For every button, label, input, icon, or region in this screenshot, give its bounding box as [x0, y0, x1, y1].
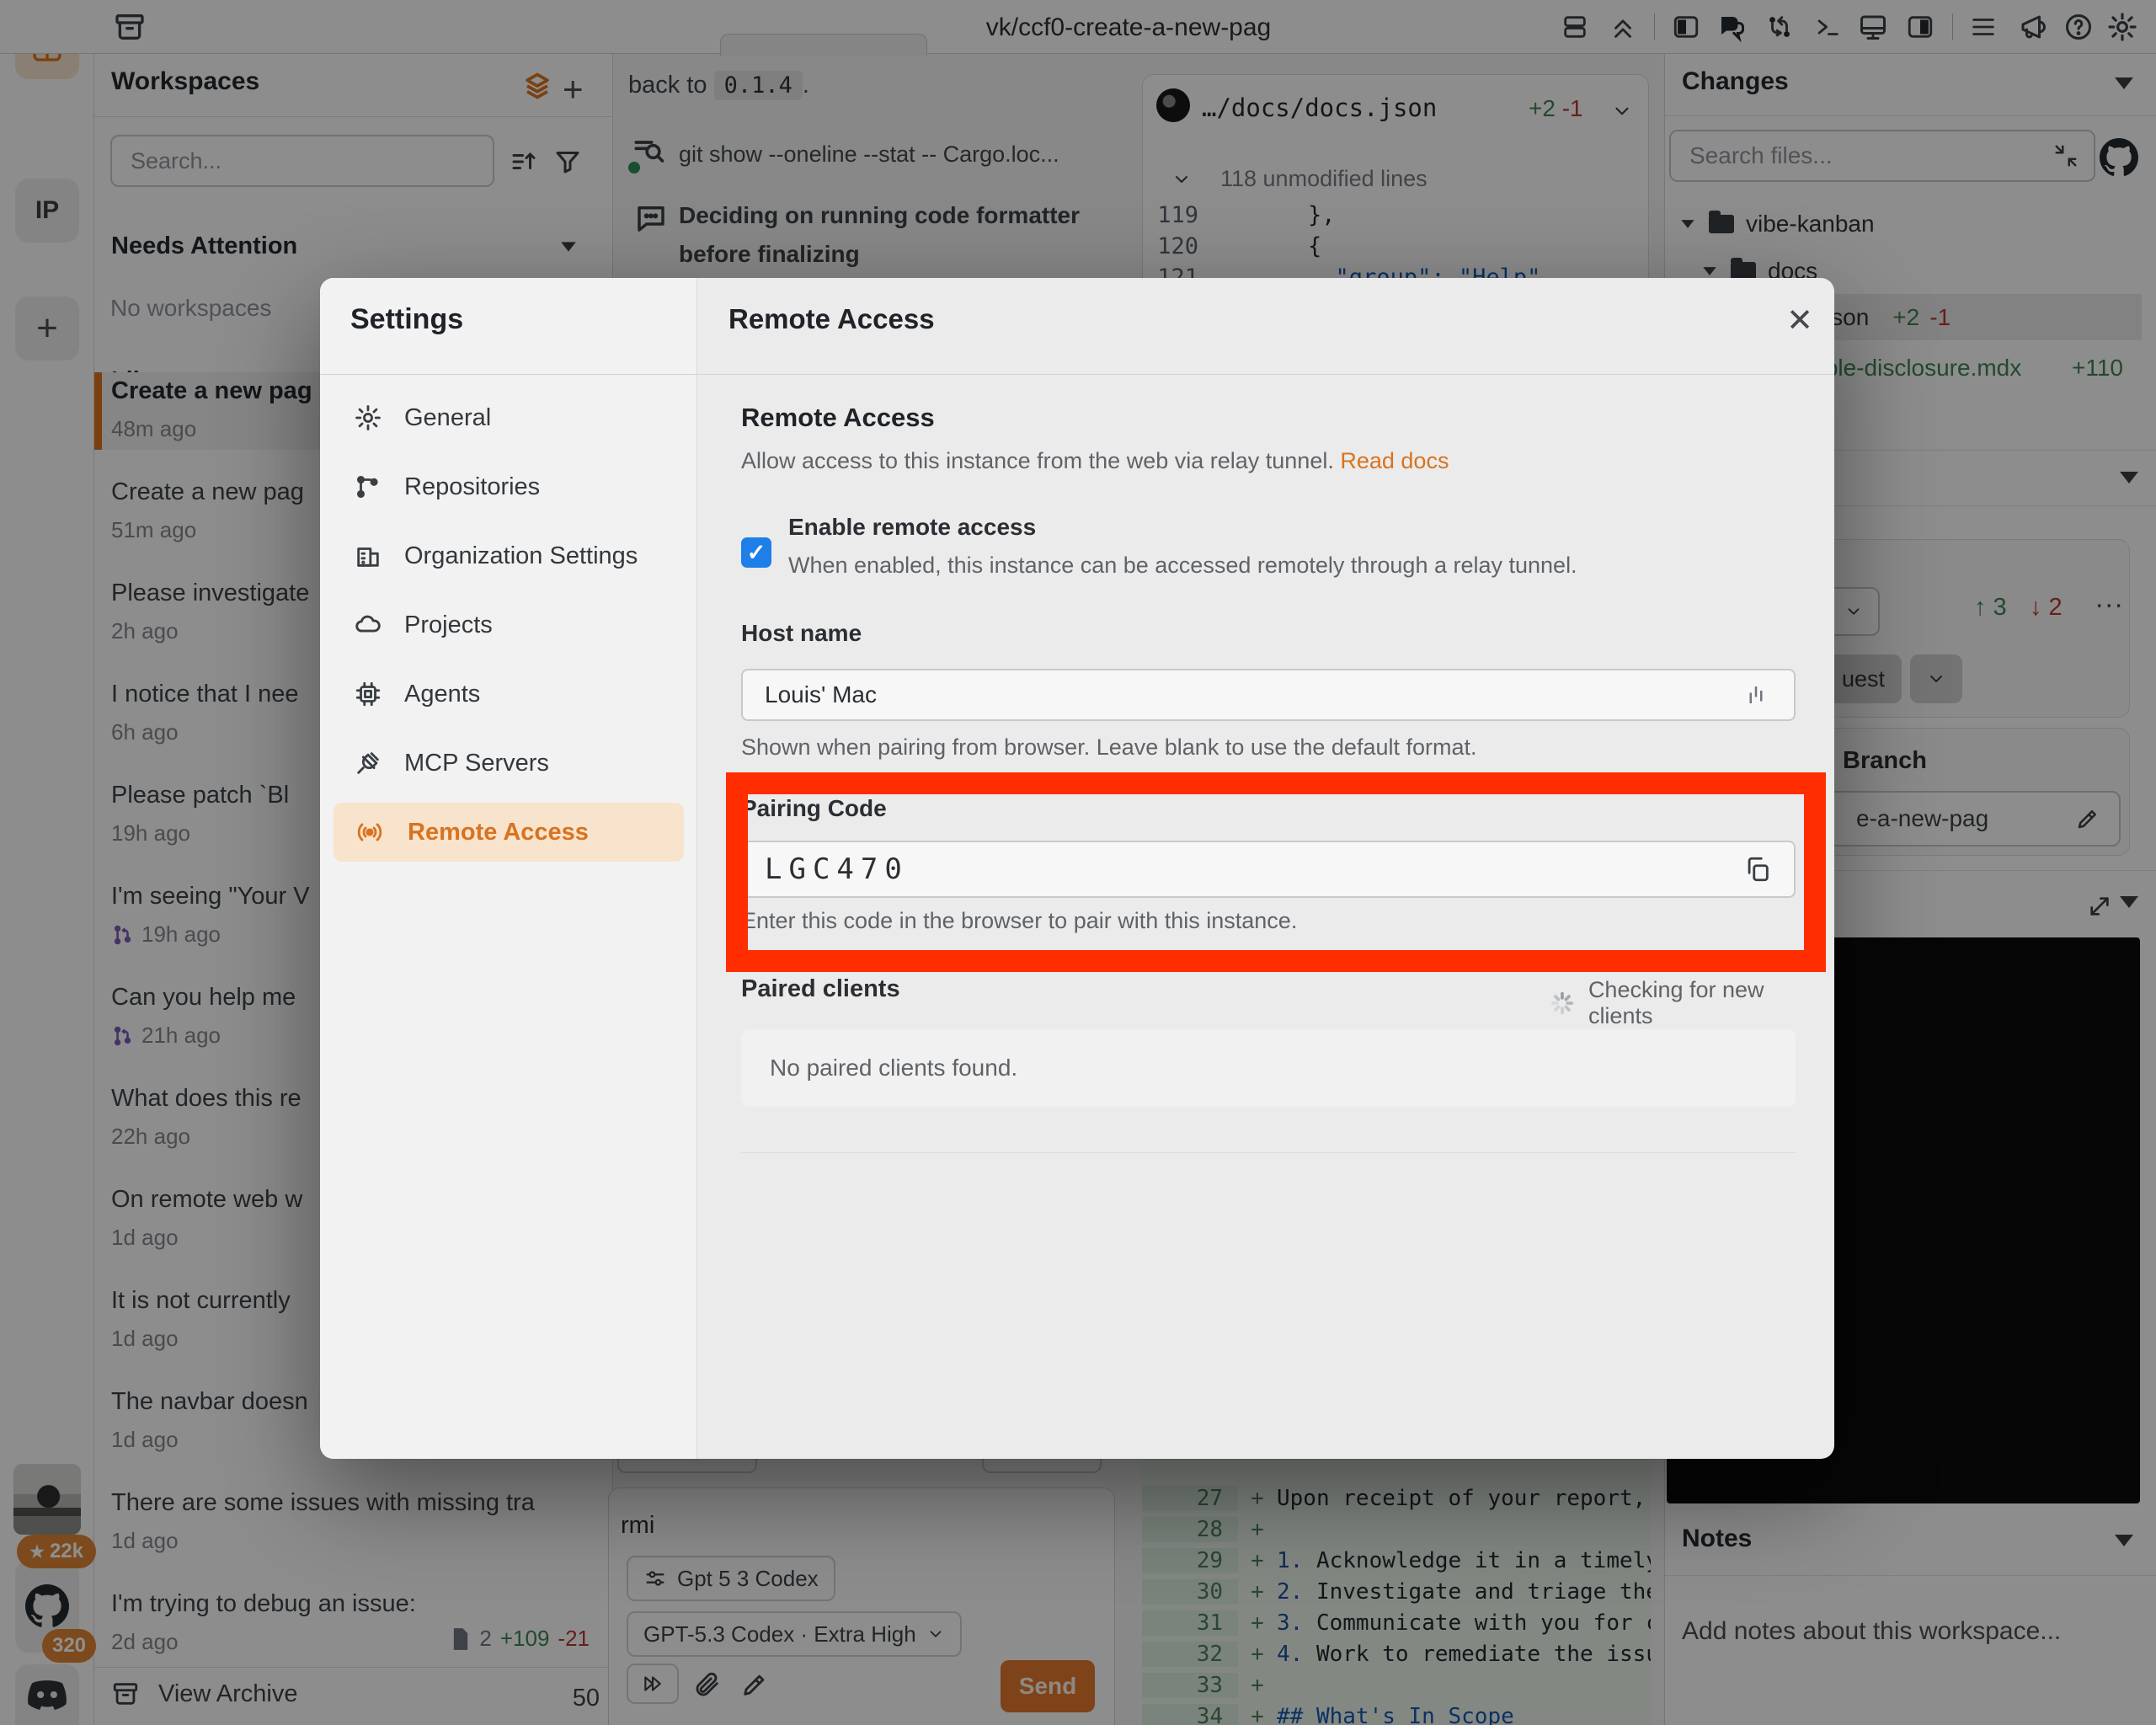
nav-item-label: MCP Servers	[404, 750, 549, 777]
host-name-value: Louis' Mac	[765, 681, 877, 708]
settings-nav-agents[interactable]: Agents	[334, 665, 684, 724]
enable-remote-checkbox[interactable]: ✓	[741, 537, 771, 568]
paired-clients-empty: No paired clients found.	[741, 1029, 1796, 1107]
description-text: Allow access to this instance from the w…	[741, 448, 1334, 473]
nav-item-label: Projects	[404, 611, 493, 639]
settings-nav-organization-settings[interactable]: Organization Settings	[334, 526, 684, 585]
section-description: Allow access to this instance from the w…	[741, 448, 1449, 474]
read-docs-link[interactable]: Read docs	[1340, 448, 1449, 473]
host-name-help: Shown when pairing from browser. Leave b…	[741, 734, 1477, 761]
plug-icon	[354, 749, 382, 777]
no-clients-text: No paired clients found.	[770, 1055, 1017, 1081]
settings-nav-general[interactable]: General	[334, 388, 684, 447]
modal-title: Remote Access	[728, 303, 935, 335]
enable-remote-label[interactable]: Enable remote access	[788, 514, 1036, 541]
enable-remote-help: When enabled, this instance can be acces…	[788, 553, 1577, 579]
cloud-icon	[354, 611, 382, 639]
settings-nav-repositories[interactable]: Repositories	[334, 457, 684, 516]
checking-clients-text: Checking for new clients	[1588, 977, 1834, 1029]
host-name-label: Host name	[741, 620, 862, 647]
broadcast-icon	[354, 818, 386, 846]
pairing-code-highlight	[726, 772, 1826, 972]
input-bars-icon	[1743, 682, 1769, 708]
settings-title: Settings	[350, 303, 463, 336]
nav-item-label: Remote Access	[408, 819, 589, 846]
building-icon	[354, 542, 382, 570]
nav-item-label: General	[404, 404, 491, 432]
close-button[interactable]: ✕	[1781, 302, 1818, 339]
gear-icon	[354, 403, 382, 432]
nav-item-label: Repositories	[404, 473, 540, 501]
section-title: Remote Access	[741, 403, 935, 433]
settings-nav: Settings General Repositories Organization…	[320, 278, 697, 1459]
settings-nav-remote-access[interactable]: Remote Access	[334, 803, 684, 862]
content-divider	[741, 1152, 1796, 1153]
spinner-icon	[1550, 991, 1575, 1016]
settings-nav-projects[interactable]: Projects	[334, 595, 684, 654]
nav-item-label: Organization Settings	[404, 542, 638, 570]
modal-header-divider	[320, 374, 1834, 375]
settings-nav-mcp-servers[interactable]: MCP Servers	[334, 734, 684, 793]
app-window: IP + ★22k 320 vk/ccf0-create-a-new-pag	[0, 0, 2156, 1725]
chip-icon	[354, 680, 382, 708]
git-icon	[354, 473, 382, 501]
nav-item-label: Agents	[404, 681, 480, 708]
host-name-input[interactable]: Louis' Mac	[741, 669, 1796, 721]
paired-clients-label: Paired clients	[741, 975, 900, 1003]
paired-clients-status: Checking for new clients	[1550, 977, 1834, 1029]
